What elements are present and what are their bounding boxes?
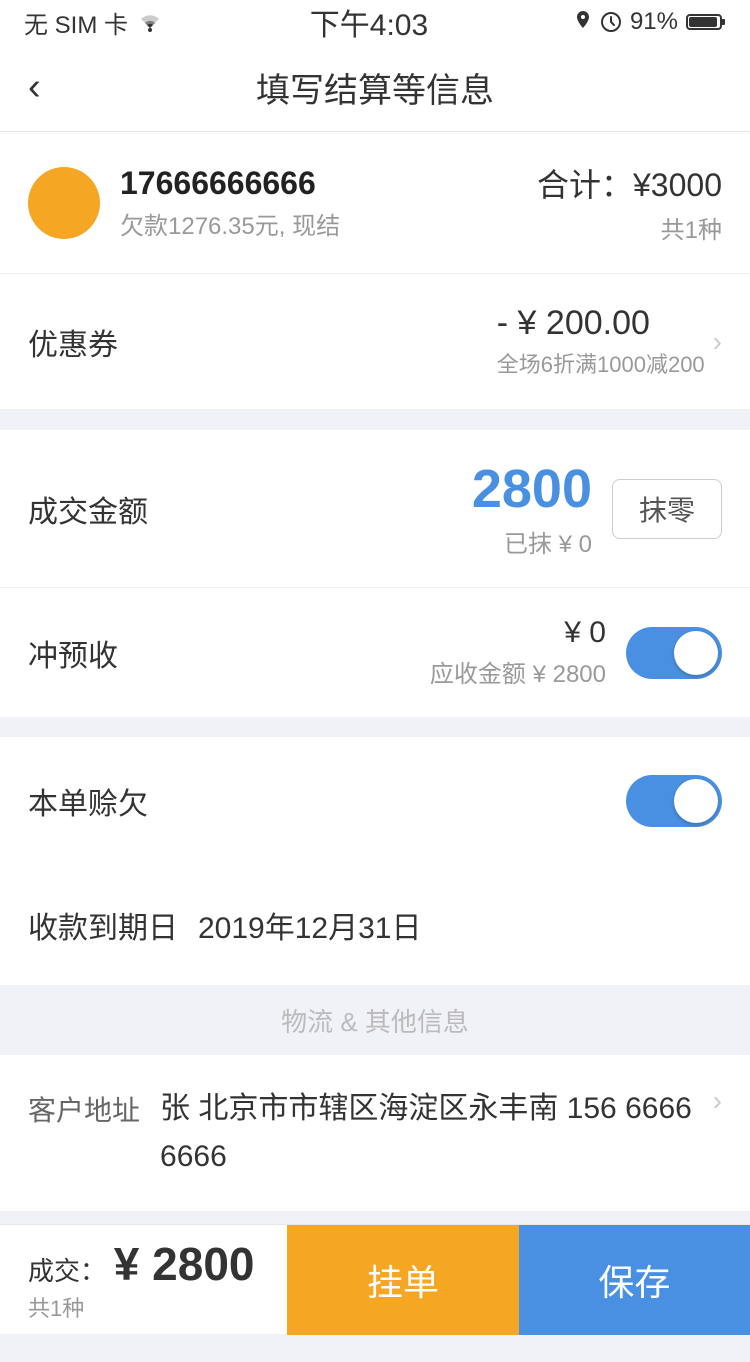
amount-block: 2800 已抹 ¥ 0	[472, 458, 592, 559]
due-date-value: 2019年12月31日	[198, 903, 421, 947]
prepay-label: 冲预收	[28, 631, 118, 675]
amount-row: 成交金额 2800 已抹 ¥ 0 抹零	[0, 430, 750, 588]
prepay-sub: 应收金额 ¥ 2800	[430, 654, 606, 689]
status-time: 下午4:03	[310, 0, 428, 44]
toggle-circle	[674, 631, 718, 675]
total-amount: 合计：¥3000	[537, 160, 722, 206]
prepay-right: ¥ 0 应收金额 ¥ 2800	[430, 616, 722, 689]
location-icon	[574, 11, 592, 33]
address-label: 客户地址	[28, 1089, 140, 1129]
prepay-row: 冲预收 ¥ 0 应收金额 ¥ 2800	[0, 588, 750, 717]
debt-toggle[interactable]	[626, 775, 722, 827]
footer-left: 成交： ¥ 2800 共1种	[0, 1237, 287, 1323]
debt-row: 本单赊欠	[0, 737, 750, 865]
status-bar: 无 SIM 卡 下午4:03 91%	[0, 0, 750, 44]
avatar-person	[48, 181, 80, 224]
footer: 成交： ¥ 2800 共1种 挂单 保存	[0, 1224, 750, 1334]
date-row: 收款到期日 2019年12月31日	[0, 865, 750, 985]
footer-count: 共1种	[28, 1291, 259, 1323]
logistics-divider: 物流 & 其他信息	[0, 985, 750, 1055]
amount-value: 2800	[472, 458, 592, 520]
battery-text: 91%	[630, 8, 678, 36]
footer-transaction-line: 成交： ¥ 2800	[28, 1237, 259, 1291]
coupon-info: - ¥ 200.00 全场6折满1000减200	[497, 304, 705, 379]
status-right: 91%	[574, 8, 726, 36]
chevron-right-icon: ›	[713, 326, 722, 358]
debt-toggle-circle	[674, 779, 718, 823]
nav-bar: ‹ 填写结算等信息	[0, 44, 750, 132]
save-button[interactable]: 保存	[519, 1225, 750, 1335]
address-row[interactable]: 客户地址 张 北京市市辖区海淀区永丰南 156 6666 6666 ›	[0, 1055, 750, 1212]
prepay-toggle[interactable]	[626, 627, 722, 679]
coupon-row[interactable]: 优惠券 - ¥ 200.00 全场6折满1000减200 ›	[0, 274, 750, 410]
logistics-label: 物流 & 其他信息	[265, 1002, 485, 1039]
logistics-text: 物流 & 其他信息	[281, 1002, 469, 1039]
footer-amount: ¥ 2800	[114, 1238, 255, 1290]
avatar	[28, 167, 100, 239]
prepay-amount: ¥ 0	[430, 616, 606, 650]
hold-order-button[interactable]: 挂单	[287, 1225, 518, 1335]
coupon-discount: - ¥ 200.00	[497, 304, 705, 343]
wifi-icon	[136, 12, 164, 32]
footer-label: 成交：	[28, 1256, 106, 1286]
signal-text: 无 SIM 卡	[24, 5, 128, 40]
user-phone: 17666666666	[120, 165, 340, 202]
avatar-body	[48, 206, 80, 224]
section-divider-1	[0, 410, 750, 430]
amount-sub: 已抹 ¥ 0	[472, 524, 592, 559]
battery-icon	[686, 11, 726, 33]
user-subtext: 欠款1276.35元, 现结	[120, 206, 340, 241]
amount-right: 2800 已抹 ¥ 0 抹零	[472, 458, 722, 559]
coupon-detail: 全场6折满1000减200	[497, 347, 705, 379]
total-count: 共1种	[537, 210, 722, 245]
user-info-row: 17666666666 欠款1276.35元, 现结 合计：¥3000 共1种	[0, 132, 750, 274]
user-details: 17666666666 欠款1276.35元, 现结	[120, 165, 340, 241]
amount-label: 成交金额	[28, 487, 148, 531]
round-off-button[interactable]: 抹零	[612, 479, 722, 539]
address-value: 张 北京市市辖区海淀区永丰南 156 6666 6666	[160, 1085, 693, 1181]
page-title: 填写结算等信息	[256, 63, 494, 112]
address-chevron-icon: ›	[713, 1085, 722, 1117]
coupon-right: - ¥ 200.00 全场6折满1000减200 ›	[497, 304, 722, 379]
coupon-label: 优惠券	[28, 320, 118, 364]
status-left: 无 SIM 卡	[24, 5, 164, 40]
avatar-head	[53, 181, 75, 203]
due-date-label: 收款到期日	[28, 903, 178, 947]
user-left: 17666666666 欠款1276.35元, 现结	[28, 165, 340, 241]
prepay-value-block: ¥ 0 应收金额 ¥ 2800	[430, 616, 606, 689]
user-right: 合计：¥3000 共1种	[537, 160, 722, 245]
clock-icon	[600, 11, 622, 33]
back-button[interactable]: ‹	[28, 66, 41, 109]
section-divider-2	[0, 717, 750, 737]
debt-label: 本单赊欠	[28, 779, 148, 823]
